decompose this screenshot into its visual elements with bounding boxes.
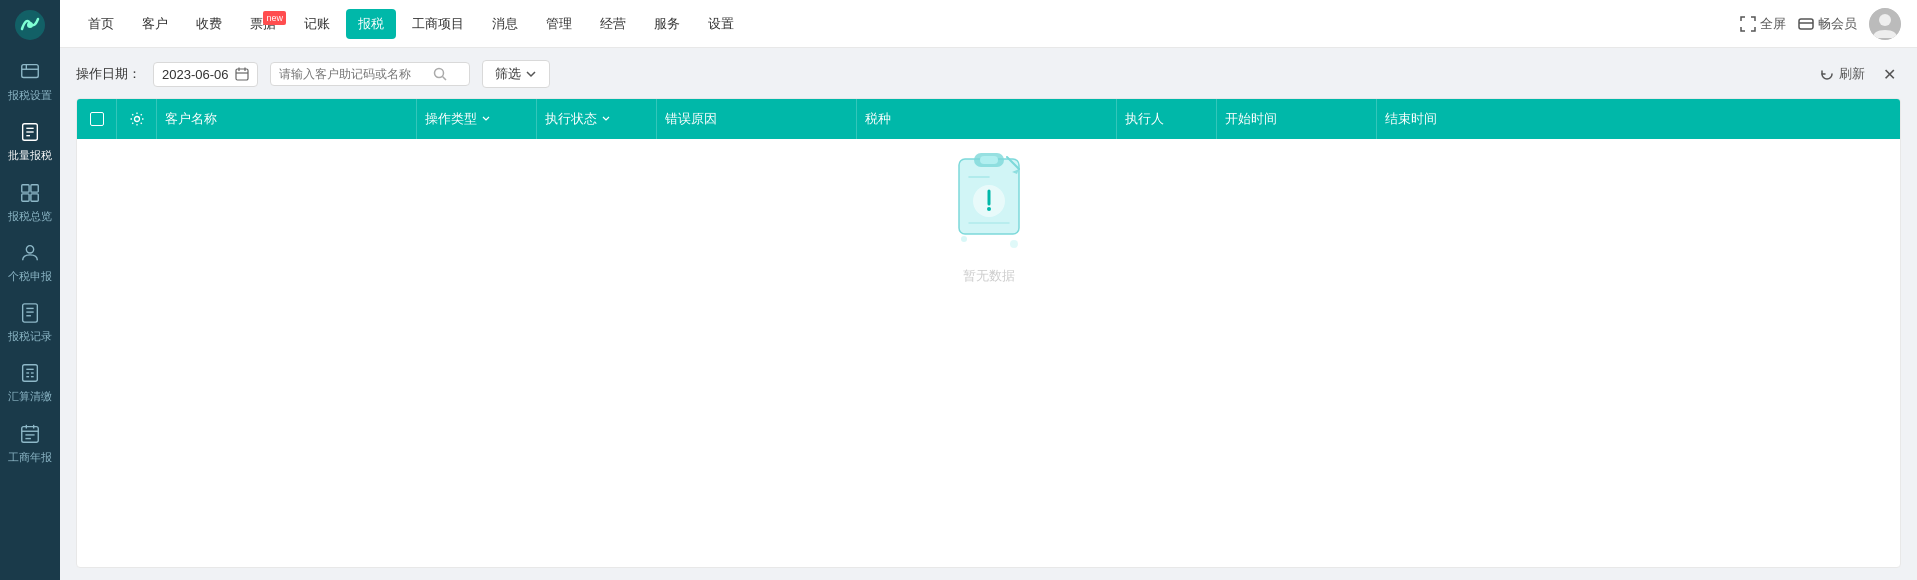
th-error-reason: 错误原因 — [657, 99, 857, 139]
nav-item-xiaoxi[interactable]: 消息 — [480, 9, 530, 39]
nav-item-gongshang[interactable]: 工商项目 — [400, 9, 476, 39]
nav-item-guanli[interactable]: 管理 — [534, 9, 584, 39]
th-start-time: 开始时间 — [1217, 99, 1377, 139]
svg-point-40 — [134, 117, 139, 122]
person-icon — [16, 239, 44, 267]
close-button[interactable]: ✕ — [1877, 62, 1901, 86]
fullscreen-btn[interactable]: 全屏 — [1740, 15, 1786, 33]
main-area: 首页 客户 收费 票据 new 记账 报税 工商项目 消息 管理 经营 服务 设… — [60, 0, 1917, 580]
sidebar-logo — [0, 0, 60, 50]
th-checkbox[interactable] — [77, 99, 117, 139]
svg-rect-9 — [22, 184, 29, 191]
sidebar-item-baoshuijilu[interactable]: 报税记录 — [0, 291, 60, 351]
user-avatar[interactable] — [1869, 8, 1901, 40]
sidebar-item-piliangbaoshui[interactable]: 批量报税 — [0, 110, 60, 170]
nav-item-shezhi[interactable]: 设置 — [696, 9, 746, 39]
record-icon — [16, 299, 44, 327]
table-body: 暂无数据 — [77, 139, 1900, 285]
svg-point-33 — [1879, 14, 1891, 26]
svg-rect-11 — [22, 194, 29, 201]
nav-item-shoufei[interactable]: 收费 — [184, 9, 234, 39]
svg-rect-44 — [980, 156, 998, 164]
sidebar-item-baoshuishezhi[interactable]: 报税设置 — [0, 50, 60, 110]
content-area: 操作日期： 2023-06-06 筛选 — [60, 48, 1917, 580]
filter-button[interactable]: 筛选 — [482, 60, 550, 88]
svg-rect-12 — [31, 194, 38, 201]
empty-text: 暂无数据 — [963, 267, 1015, 285]
date-value: 2023-06-06 — [162, 67, 229, 82]
sidebar: 报税设置 批量报税 报税总览 — [0, 0, 60, 580]
search-box[interactable] — [270, 62, 470, 86]
svg-rect-2 — [22, 65, 39, 78]
batch-icon — [16, 118, 44, 146]
select-all-checkbox[interactable] — [90, 112, 104, 126]
sidebar-item-huisuanqingsuan[interactable]: 汇算清缴 — [0, 351, 60, 411]
svg-rect-10 — [31, 184, 38, 191]
nav-items: 首页 客户 收费 票据 new 记账 报税 工商项目 消息 管理 经营 服务 设… — [76, 9, 1740, 39]
date-label: 操作日期： — [76, 65, 141, 83]
svg-point-52 — [961, 236, 967, 242]
th-executor: 执行人 — [1117, 99, 1217, 139]
table-header: 客户名称 操作类型 执行状态 错误原因 — [77, 99, 1900, 139]
th-gear[interactable] — [117, 99, 157, 139]
member-label: 畅会员 — [1818, 15, 1857, 33]
nav-right: 全屏 畅会员 — [1740, 8, 1901, 40]
nav-item-baoshui[interactable]: 报税 — [346, 9, 396, 39]
table-container: 客户名称 操作类型 执行状态 错误原因 — [76, 98, 1901, 568]
toolbar: 操作日期： 2023-06-06 筛选 — [76, 60, 1901, 88]
svg-point-38 — [434, 69, 443, 78]
svg-rect-14 — [23, 304, 38, 322]
th-end-time: 结束时间 — [1377, 99, 1497, 139]
fullscreen-label: 全屏 — [1760, 15, 1786, 33]
nav-item-fuwu[interactable]: 服务 — [642, 9, 692, 39]
th-tax-type: 税种 — [857, 99, 1117, 139]
sidebar-item-baoshuizonglan[interactable]: 报税总览 — [0, 171, 60, 231]
sidebar-item-getaxshenbing[interactable]: 个税申报 — [0, 231, 60, 291]
svg-point-1 — [27, 22, 33, 28]
member-btn[interactable]: 畅会员 — [1798, 15, 1857, 33]
table-scroll-area[interactable]: 暂无数据 — [77, 139, 1900, 567]
svg-point-47 — [987, 207, 991, 211]
empty-state: 暂无数据 — [939, 139, 1039, 285]
nav-item-piaoju[interactable]: 票据 new — [238, 9, 288, 39]
nav-item-home[interactable]: 首页 — [76, 9, 126, 39]
svg-line-39 — [442, 77, 446, 81]
sidebar-item-gongshangnianbo[interactable]: 工商年报 — [0, 412, 60, 472]
th-operation-type: 操作类型 — [417, 99, 537, 139]
new-badge: new — [263, 11, 286, 25]
settings-icon — [16, 58, 44, 86]
refresh-label: 刷新 — [1839, 65, 1865, 83]
svg-rect-18 — [23, 365, 38, 382]
svg-point-53 — [1010, 240, 1018, 248]
refresh-button[interactable]: 刷新 — [1819, 65, 1865, 83]
nav-item-customer[interactable]: 客户 — [130, 9, 180, 39]
search-input[interactable] — [279, 67, 429, 81]
svg-rect-30 — [1799, 19, 1813, 29]
svg-point-13 — [26, 246, 33, 253]
filter-label: 筛选 — [495, 65, 521, 83]
th-customer-name: 客户名称 — [157, 99, 417, 139]
nav-item-jizhang[interactable]: 记账 — [292, 9, 342, 39]
calc-icon — [16, 359, 44, 387]
svg-rect-34 — [236, 69, 248, 80]
overview-icon — [16, 179, 44, 207]
date-picker[interactable]: 2023-06-06 — [153, 62, 258, 87]
nav-item-jingying[interactable]: 经营 — [588, 9, 638, 39]
annual-icon — [16, 420, 44, 448]
top-nav: 首页 客户 收费 票据 new 记账 报税 工商项目 消息 管理 经营 服务 设… — [60, 0, 1917, 48]
th-exec-status: 执行状态 — [537, 99, 657, 139]
